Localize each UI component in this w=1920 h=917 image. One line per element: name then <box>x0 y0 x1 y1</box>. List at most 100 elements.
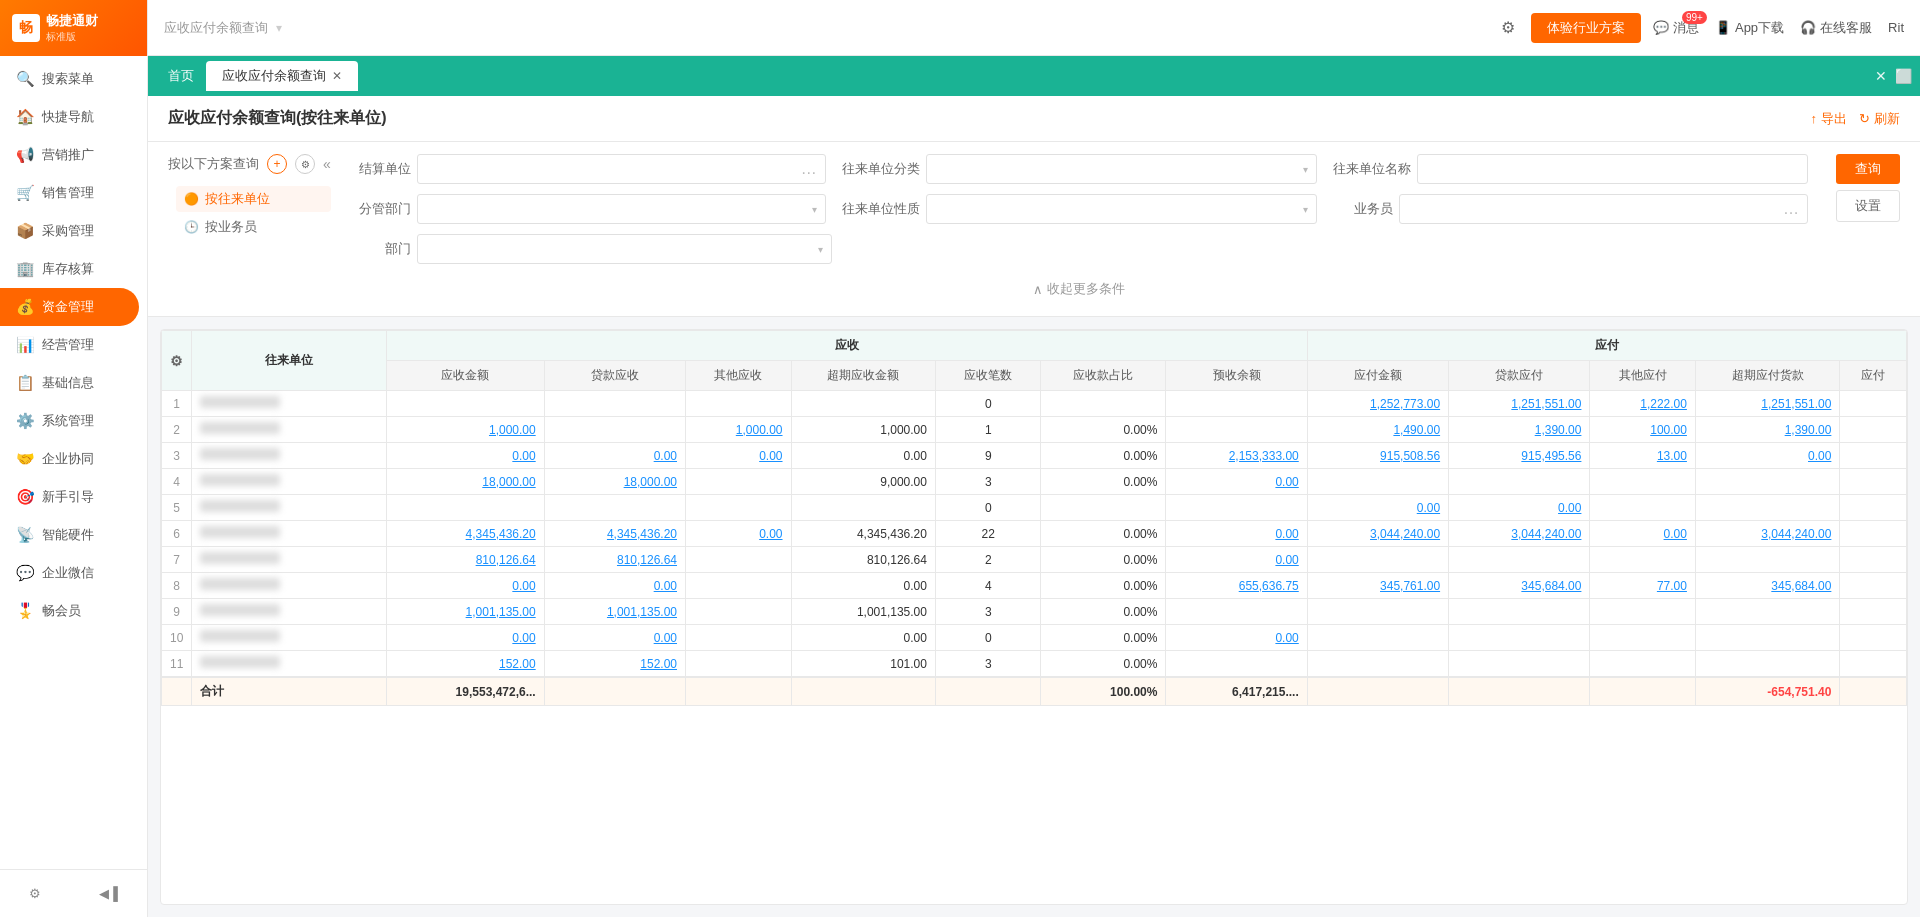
sidebar-item-sales[interactable]: 🛒销售管理 <box>0 174 147 212</box>
th-settings[interactable]: ⚙ <box>162 331 192 391</box>
sidebar-item-inventory[interactable]: 🏢库存核算 <box>0 250 147 288</box>
row-ar-advance-0 <box>1166 391 1307 417</box>
user-avatar[interactable]: Rit <box>1888 20 1904 35</box>
member-icon: 🎖️ <box>16 602 34 620</box>
sidebar-item-hardware[interactable]: 📡智能硬件 <box>0 516 147 554</box>
row-ar-amount-6: 810,126.64 <box>387 547 545 573</box>
tab-home[interactable]: 首页 <box>156 61 206 91</box>
settings-btn[interactable]: 设置 <box>1836 190 1900 222</box>
row-ap-overdue-6 <box>1695 547 1839 573</box>
row-ap-loan-1: 1,390.00 <box>1449 417 1590 443</box>
tab-maximize-icon[interactable]: ⬜ <box>1895 68 1912 84</box>
partner-category-select[interactable]: ▾ <box>926 154 1317 184</box>
th-ar-overdue: 超期应收金额 <box>791 361 935 391</box>
tab-active[interactable]: 应收应付余额查询 ✕ <box>206 61 358 91</box>
row-ap-other-3 <box>1590 469 1696 495</box>
main-area: 应收应付余额查询 ▾ ⚙ 体验行业方案 💬 消息 99+ 📱 App下载 🎧 在… <box>148 0 1920 917</box>
row-ar-advance-7: 655,636.75 <box>1166 573 1307 599</box>
app-download-btn[interactable]: 📱 App下载 <box>1715 19 1784 37</box>
table-container[interactable]: ⚙ 往来单位 应收 应付 应收金额 贷款应收 其他应收 超期应收金额 应收笔数 <box>160 329 1908 905</box>
th-ap-rest: 应付 <box>1840 361 1907 391</box>
partner-name-input[interactable] <box>1417 154 1808 184</box>
col-settings-icon[interactable]: ⚙ <box>170 353 183 369</box>
row-num-7: 8 <box>162 573 192 599</box>
sidebar-item-finance[interactable]: 💰资金管理 <box>0 288 139 326</box>
row-ar-ratio-10: 0.00% <box>1041 651 1166 678</box>
sidebar-item-guide[interactable]: 🎯新手引导 <box>0 478 147 516</box>
dept2-select[interactable]: ▾ <box>417 234 832 264</box>
table-row: 8 0.00 0.00 0.00 4 0.00% 655,636.75 345,… <box>162 573 1907 599</box>
sidebar-item-basic[interactable]: 📋基础信息 <box>0 364 147 402</box>
th-ap-amount: 应付金额 <box>1307 361 1448 391</box>
settlement-dots[interactable]: … <box>801 160 817 178</box>
row-ap-rest-1 <box>1840 417 1907 443</box>
sidebar-item-marketing[interactable]: 📢营销推广 <box>0 136 147 174</box>
sidebar-item-label-system: 系统管理 <box>42 412 94 430</box>
row-ap-amount-9 <box>1307 625 1448 651</box>
user-name: Rit <box>1888 20 1904 35</box>
sidebar-item-member[interactable]: 🎖️ 畅会员 <box>0 592 147 630</box>
header-settings-icon[interactable]: ⚙ <box>1501 18 1515 37</box>
salesperson-input[interactable]: … <box>1399 194 1808 224</box>
search-icon: 🔍 <box>16 70 34 88</box>
page-title: 应收应付余额查询(按往来单位) <box>168 108 387 129</box>
sidebar-item-quicknav[interactable]: 🏠快捷导航 <box>0 98 147 136</box>
industry-solution-btn[interactable]: 体验行业方案 <box>1531 13 1641 43</box>
sidebar-settings-btn[interactable]: ⚙ <box>17 878 53 909</box>
row-ar-amount-1: 1,000.00 <box>387 417 545 443</box>
dept-select[interactable]: ▾ <box>417 194 826 224</box>
sidebar-collapse-btn[interactable]: ◀▐ <box>87 878 130 909</box>
th-ap-other: 其他应付 <box>1590 361 1696 391</box>
refresh-btn[interactable]: ↻ 刷新 <box>1859 110 1900 128</box>
messages-btn[interactable]: 💬 消息 99+ <box>1653 19 1699 37</box>
filter-option-partner[interactable]: 🟠 按往来单位 <box>176 186 331 212</box>
sidebar-item-search[interactable]: 🔍 搜索菜单 <box>0 60 147 98</box>
tab-close-icon[interactable]: ✕ <box>1875 68 1887 84</box>
row-ap-loan-9 <box>1449 625 1590 651</box>
salesperson-icon: 🕒 <box>184 220 199 234</box>
filter-options: 🟠 按往来单位 🕒 按业务员 <box>176 186 331 240</box>
sidebar-item-system[interactable]: ⚙️系统管理 <box>0 402 147 440</box>
sidebar-item-cooperation[interactable]: 🤝企业协同 <box>0 440 147 478</box>
footer-ar-ratio: 100.00% <box>1041 677 1166 706</box>
sidebar-item-wechat[interactable]: 💬企业微信 <box>0 554 147 592</box>
filter-settings-btn[interactable]: ⚙ <box>295 154 315 174</box>
online-service-btn[interactable]: 🎧 在线客服 <box>1800 19 1872 37</box>
query-btn[interactable]: 查询 <box>1836 154 1900 184</box>
partner-nature-select[interactable]: ▾ <box>926 194 1317 224</box>
row-ar-ratio-7: 0.00% <box>1041 573 1166 599</box>
row-ar-other-8 <box>686 599 792 625</box>
sidebar-item-label-search: 搜索菜单 <box>42 70 94 88</box>
footer-ap-overdue: -654,751.40 <box>1695 677 1839 706</box>
sidebar-item-operations[interactable]: 📊经营管理 <box>0 326 147 364</box>
row-num-1: 2 <box>162 417 192 443</box>
row-ar-amount-2: 0.00 <box>387 443 545 469</box>
settlement-input[interactable]: … <box>417 154 826 184</box>
table-row: 1 0 1,252,773.00 1,251,551.00 1,222.00 1… <box>162 391 1907 417</box>
row-ar-loan-8: 1,001,135.00 <box>544 599 685 625</box>
filter-field-dept2: 部门 ▾ <box>351 234 832 264</box>
row-ar-loan-10: 152.00 <box>544 651 685 678</box>
filter-collapse-btn[interactable]: « <box>323 156 331 172</box>
filter-collapse-link[interactable]: ∧ 收起更多条件 <box>351 274 1808 304</box>
row-ap-loan-8 <box>1449 599 1590 625</box>
filter-field-dept: 分管部门 ▾ <box>351 194 826 224</box>
tab-close-btn[interactable]: ✕ <box>332 69 342 83</box>
filter-field-settlement: 结算单位 … <box>351 154 826 184</box>
export-btn[interactable]: ↑ 导出 <box>1811 110 1848 128</box>
table-row: 11 152.00 152.00 101.00 3 0.00% <box>162 651 1907 678</box>
partner-category-label: 往来单位分类 <box>842 160 920 178</box>
filter-add-btn[interactable]: + <box>267 154 287 174</box>
row-ap-other-4 <box>1590 495 1696 521</box>
row-ap-other-0: 1,222.00 <box>1590 391 1696 417</box>
sidebar-item-purchase[interactable]: 📦采购管理 <box>0 212 147 250</box>
partner-icon: 🟠 <box>184 192 199 206</box>
row-ap-amount-7: 345,761.00 <box>1307 573 1448 599</box>
partner-name-label: 往来单位名称 <box>1333 160 1411 178</box>
table-row: 3 0.00 0.00 0.00 0.00 9 0.00% 2,153,333.… <box>162 443 1907 469</box>
sidebar-item-label-member: 畅会员 <box>42 602 81 620</box>
salesperson-dots[interactable]: … <box>1783 200 1799 218</box>
row-ap-amount-1: 1,490.00 <box>1307 417 1448 443</box>
row-ap-loan-5: 3,044,240.00 <box>1449 521 1590 547</box>
filter-option-salesperson[interactable]: 🕒 按业务员 <box>176 214 331 240</box>
